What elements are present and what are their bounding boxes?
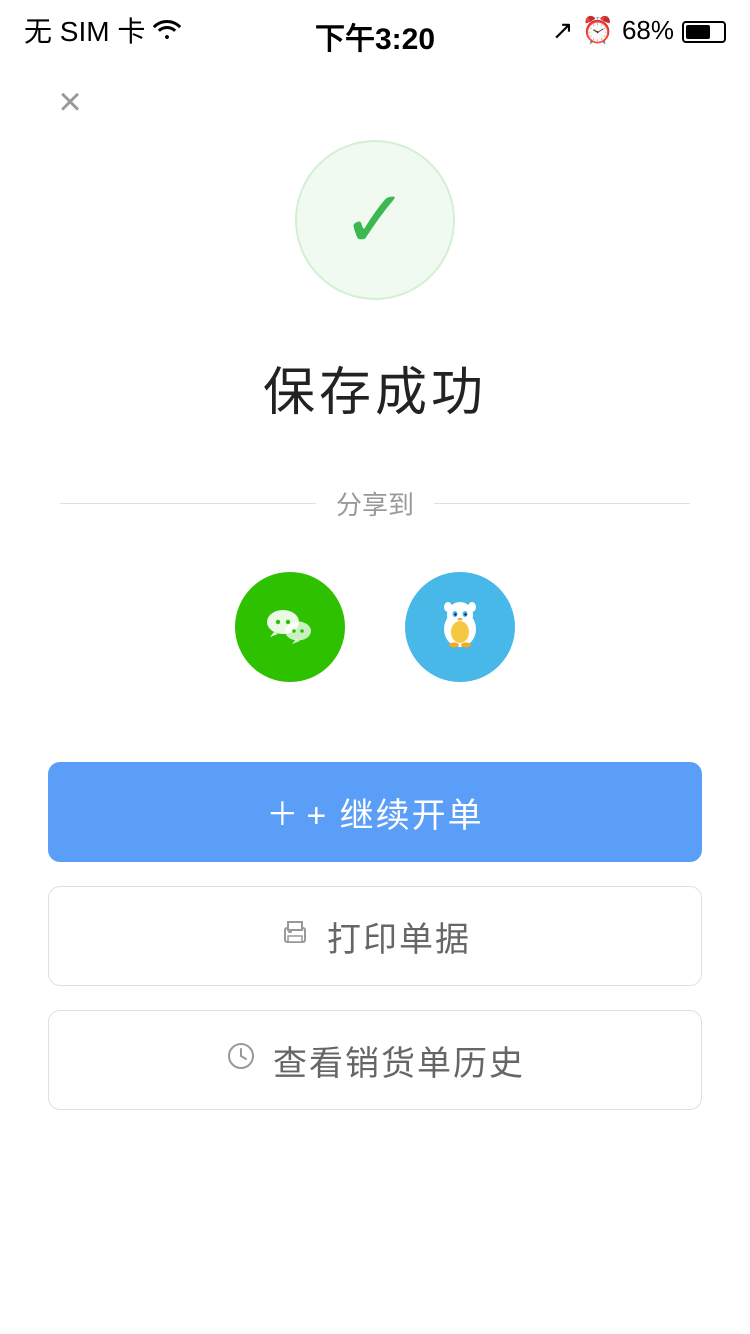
qq-share-button[interactable]: [405, 572, 515, 682]
battery-icon: [682, 15, 726, 46]
action-buttons: ＋ + 继续开单 打印单据 查看销货单历史: [0, 762, 750, 1110]
location-icon: ↗: [552, 15, 574, 46]
wechat-share-button[interactable]: [235, 572, 345, 682]
history-icon: [225, 1040, 257, 1080]
history-label: 查看销货单历史: [273, 1036, 525, 1085]
share-label: 分享到: [316, 485, 434, 522]
alarm-icon: ⏰: [582, 15, 614, 46]
continue-label: + 继续开单: [306, 788, 483, 837]
status-time: 下午3:20: [315, 14, 435, 58]
share-divider: 分享到: [0, 485, 750, 522]
close-icon: ×: [58, 80, 81, 125]
success-title: 保存成功: [263, 350, 487, 425]
share-icons: [235, 572, 515, 682]
divider-line-right: [434, 503, 690, 504]
success-circle: ✓: [295, 140, 455, 300]
wifi-icon: [153, 14, 181, 46]
qq-icon: [428, 595, 492, 659]
status-bar: 无 SIM 卡 下午3:20 ↗ ⏰ 68%: [0, 0, 750, 60]
print-label: 打印单据: [327, 912, 471, 961]
status-right: ↗ ⏰ 68%: [552, 15, 726, 46]
history-button[interactable]: 查看销货单历史: [48, 1010, 702, 1110]
close-button[interactable]: ×: [40, 72, 100, 132]
checkmark-icon: ✓: [341, 180, 408, 260]
print-icon: [279, 916, 311, 956]
status-left: 无 SIM 卡: [24, 10, 181, 50]
plus-icon: ＋: [266, 789, 300, 835]
main-content: ✓ 保存成功 分享到: [0, 60, 750, 1110]
print-button[interactable]: 打印单据: [48, 886, 702, 986]
no-sim-text: 无 SIM 卡: [24, 10, 145, 50]
divider-line-left: [60, 503, 316, 504]
wechat-icon: [258, 595, 322, 659]
battery-percent: 68%: [622, 15, 674, 46]
continue-button[interactable]: ＋ + 继续开单: [48, 762, 702, 862]
